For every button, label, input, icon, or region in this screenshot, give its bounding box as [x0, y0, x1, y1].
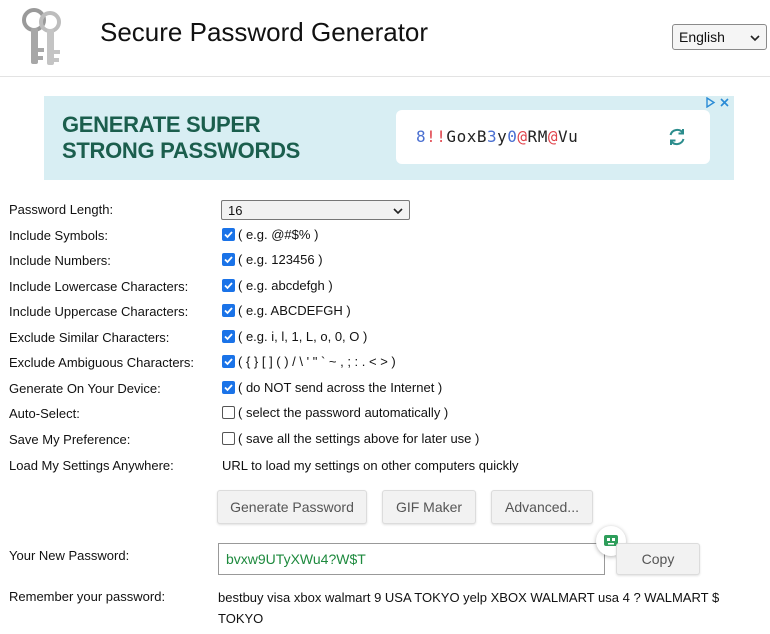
- close-icon[interactable]: [719, 98, 730, 111]
- load-settings-label: Load My Settings Anywhere:: [9, 458, 174, 473]
- password-length-select[interactable]: 16: [221, 200, 410, 220]
- ad-password-char: R: [527, 127, 538, 146]
- generate-on-device-hint: ( do NOT send across the Internet ): [238, 380, 443, 395]
- generate-password-button[interactable]: Generate Password: [217, 490, 367, 524]
- ad-password-char: 8: [416, 127, 427, 146]
- password-length-value: 16: [228, 202, 243, 218]
- gif-maker-button[interactable]: GIF Maker: [382, 490, 476, 524]
- ad-headline-line2: STRONG PASSWORDS: [62, 138, 301, 163]
- exclude-ambiguous-hint: ( { } [ ] ( ) / \ ' " ` ~ , ; : . < > ): [238, 354, 396, 369]
- advanced-button[interactable]: Advanced...: [491, 490, 593, 524]
- ad-password-char: !: [426, 127, 437, 146]
- new-password-field[interactable]: bvxw9UTyXWu4?W$T: [218, 543, 605, 575]
- password-length-label: Password Length:: [9, 202, 114, 217]
- include-symbols-checkbox[interactable]: [222, 228, 235, 241]
- ad-headline-line1: GENERATE SUPER: [62, 112, 261, 137]
- include-symbols-option: ( e.g. @#$% ): [222, 227, 318, 242]
- ad-password-char: G: [446, 127, 457, 146]
- keys-logo-icon: [18, 6, 66, 70]
- chevron-down-icon: [750, 29, 760, 45]
- exclude-ambiguous-label: Exclude Ambiguous Characters:: [9, 355, 194, 370]
- remember-label: Remember your password:: [9, 589, 166, 604]
- exclude-ambiguous-checkbox[interactable]: [222, 355, 235, 368]
- include-numbers-checkbox[interactable]: [222, 253, 235, 266]
- exclude-similar-label: Exclude Similar Characters:: [9, 330, 170, 345]
- copy-button[interactable]: Copy: [616, 543, 700, 575]
- include-numbers-label: Include Numbers:: [9, 253, 111, 268]
- language-select[interactable]: English: [672, 24, 767, 50]
- ad-password-char: !: [436, 127, 447, 146]
- new-password-label: Your New Password:: [9, 548, 130, 563]
- ad-password-char: 3: [486, 127, 498, 146]
- exclude-similar-hint: ( e.g. i, l, 1, L, o, 0, O ): [238, 329, 368, 344]
- ad-banner[interactable]: GENERATE SUPER STRONG PASSWORDS 8!!GoxB3…: [44, 96, 734, 180]
- ad-headline: GENERATE SUPER STRONG PASSWORDS: [62, 112, 300, 164]
- ad-password-char: V: [557, 127, 569, 146]
- include-lowercase-hint: ( e.g. abcdefgh ): [238, 278, 333, 293]
- chevron-down-icon: [393, 203, 403, 218]
- remember-phrase: bestbuy visa xbox walmart 9 USA TOKYO ye…: [218, 590, 720, 626]
- ad-password-char: o: [456, 127, 467, 146]
- include-uppercase-checkbox[interactable]: [222, 304, 235, 317]
- ad-password-char: @: [547, 127, 558, 146]
- ad-password-box: 8!!GoxB3y0@RM@Vu: [396, 110, 710, 164]
- load-settings-link[interactable]: URL to load my settings on other compute…: [222, 458, 519, 473]
- include-lowercase-checkbox[interactable]: [222, 279, 235, 292]
- ad-password-char: y: [497, 127, 508, 146]
- exclude-similar-checkbox[interactable]: [222, 330, 235, 343]
- ad-password-char: B: [476, 127, 487, 146]
- auto-select-checkbox[interactable]: [222, 406, 235, 419]
- include-uppercase-option: ( e.g. ABCDEFGH ): [222, 303, 351, 318]
- save-preference-label: Save My Preference:: [9, 432, 131, 447]
- save-preference-checkbox[interactable]: [222, 432, 235, 445]
- ad-password-char: x: [466, 127, 477, 146]
- ad-badge[interactable]: [705, 96, 730, 111]
- save-preference-hint: ( save all the settings above for later …: [238, 431, 480, 446]
- language-value: English: [679, 29, 725, 45]
- ad-password-char: @: [517, 127, 528, 146]
- include-lowercase-label: Include Lowercase Characters:: [9, 279, 189, 294]
- refresh-icon[interactable]: [666, 126, 688, 148]
- auto-select-label: Auto-Select:: [9, 406, 80, 421]
- ad-sample-password: 8!!GoxB3y0@RM@Vu: [416, 127, 578, 146]
- save-preference-option: ( save all the settings above for later …: [222, 431, 479, 446]
- ad-password-char: 0: [507, 127, 518, 146]
- include-numbers-option: ( e.g. 123456 ): [222, 252, 323, 267]
- include-uppercase-label: Include Uppercase Characters:: [9, 304, 189, 319]
- adchoices-icon[interactable]: [705, 96, 719, 111]
- page-title: Secure Password Generator: [100, 17, 429, 47]
- auto-select-option: ( select the password automatically ): [222, 405, 448, 420]
- include-uppercase-hint: ( e.g. ABCDEFGH ): [238, 303, 351, 318]
- generate-on-device-option: ( do NOT send across the Internet ): [222, 380, 442, 395]
- include-symbols-label: Include Symbols:: [9, 228, 108, 243]
- include-lowercase-option: ( e.g. abcdefgh ): [222, 278, 333, 293]
- ad-password-char: M: [537, 127, 548, 146]
- include-numbers-hint: ( e.g. 123456 ): [238, 252, 323, 267]
- header: Secure Password Generator English: [0, 0, 770, 77]
- auto-select-hint: ( select the password automatically ): [238, 405, 449, 420]
- include-symbols-hint: ( e.g. @#$% ): [238, 227, 319, 242]
- generate-on-device-label: Generate On Your Device:: [9, 381, 161, 396]
- ad-password-char: u: [568, 127, 579, 146]
- exclude-ambiguous-option: ( { } [ ] ( ) / \ ' " ` ~ , ; : . < > ): [222, 354, 396, 369]
- generate-on-device-checkbox[interactable]: [222, 381, 235, 394]
- exclude-similar-option: ( e.g. i, l, 1, L, o, 0, O ): [222, 329, 367, 344]
